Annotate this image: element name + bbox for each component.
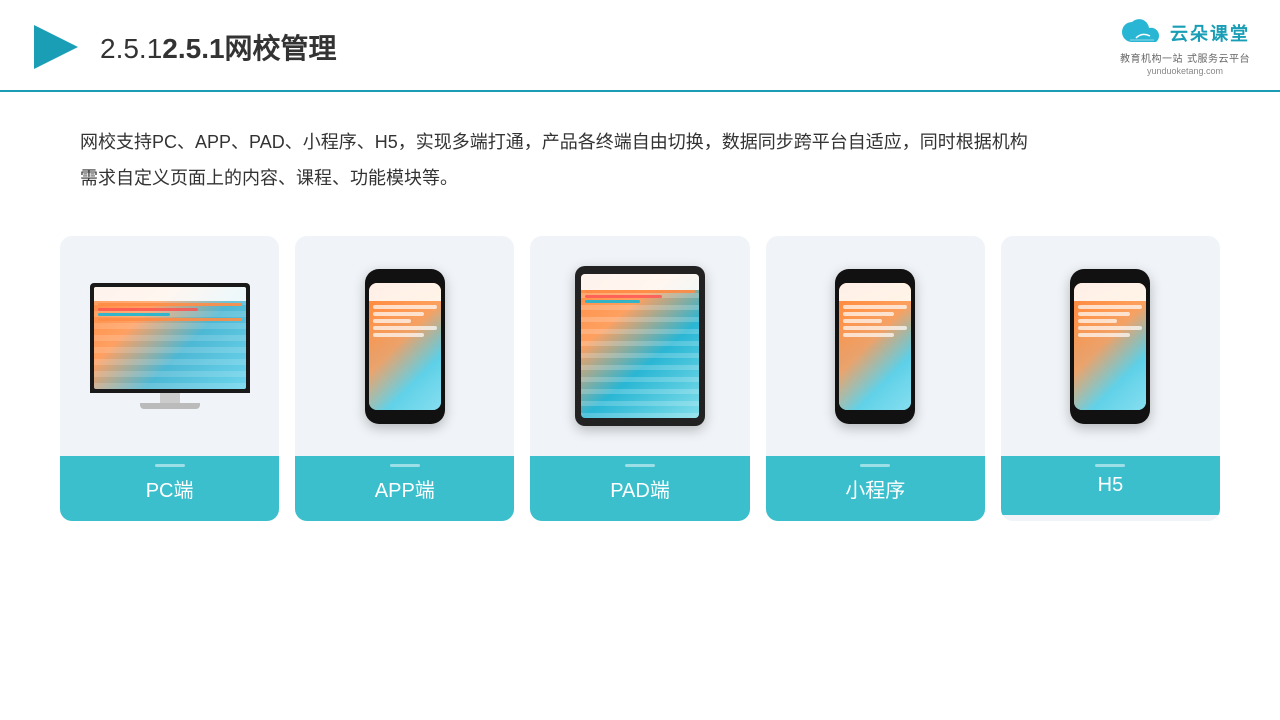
card-pc-image	[60, 236, 279, 456]
tablet-mockup	[575, 266, 705, 426]
card-pc: PC端	[60, 236, 279, 521]
card-pad-label: PAD端	[530, 456, 749, 521]
app-phone-mockup	[365, 269, 445, 424]
card-app-image	[295, 236, 514, 456]
cards-container: PC端	[0, 216, 1280, 541]
miniprogram-phone-notch	[861, 275, 889, 281]
cloud-icon	[1120, 18, 1164, 48]
miniprogram-phone-body	[835, 269, 915, 424]
logo-tagline: 教育机构一站 式服务云平台	[1120, 50, 1250, 65]
card-pad: PAD端	[530, 236, 749, 521]
pc-screen	[90, 283, 250, 393]
card-miniprogram: 小程序	[766, 236, 985, 521]
tablet-screen	[581, 274, 699, 418]
play-icon	[30, 21, 82, 73]
description-text: 网校支持PC、APP、PAD、小程序、H5，实现多端打通，产品各终端自由切换，数…	[80, 124, 1200, 160]
app-phone-body	[365, 269, 445, 424]
card-h5-label: H5	[1001, 456, 1220, 515]
card-h5: H5	[1001, 236, 1220, 521]
page-title: 2.5.12.5.1网校管理	[100, 27, 337, 67]
pc-screen-inner	[94, 287, 246, 389]
logo: 云朵课堂 教育机构一站 式服务云平台 yunduoketang.com	[1120, 18, 1250, 76]
h5-phone-mockup	[1070, 269, 1150, 424]
header-left: 2.5.12.5.1网校管理	[30, 21, 337, 73]
card-miniprogram-image	[766, 236, 985, 456]
h5-phone-notch	[1096, 275, 1124, 281]
h5-phone-body	[1070, 269, 1150, 424]
pc-mockup	[90, 283, 250, 409]
miniprogram-phone-screen	[839, 283, 911, 410]
header: 2.5.12.5.1网校管理 云朵课堂 教育机构一站 式服务云平台 yunduo…	[0, 0, 1280, 92]
miniprogram-phone-mockup	[835, 269, 915, 424]
card-pc-label: PC端	[60, 456, 279, 521]
card-miniprogram-label: 小程序	[766, 456, 985, 521]
app-phone-screen	[369, 283, 441, 410]
card-app: APP端	[295, 236, 514, 521]
description-text-2: 需求自定义页面上的内容、课程、功能模块等。	[80, 160, 1200, 196]
card-app-label: APP端	[295, 456, 514, 521]
logo-text: 云朵课堂	[1170, 20, 1250, 46]
app-phone-notch	[391, 275, 419, 281]
description: 网校支持PC、APP、PAD、小程序、H5，实现多端打通，产品各终端自由切换，数…	[0, 92, 1280, 216]
card-h5-image	[1001, 236, 1220, 456]
logo-cloud: 云朵课堂	[1120, 18, 1250, 48]
logo-url: yunduoketang.com	[1147, 66, 1223, 76]
card-pad-image	[530, 236, 749, 456]
pc-neck	[160, 393, 180, 403]
h5-phone-screen	[1074, 283, 1146, 410]
tablet-body	[575, 266, 705, 426]
pc-base	[140, 403, 200, 409]
